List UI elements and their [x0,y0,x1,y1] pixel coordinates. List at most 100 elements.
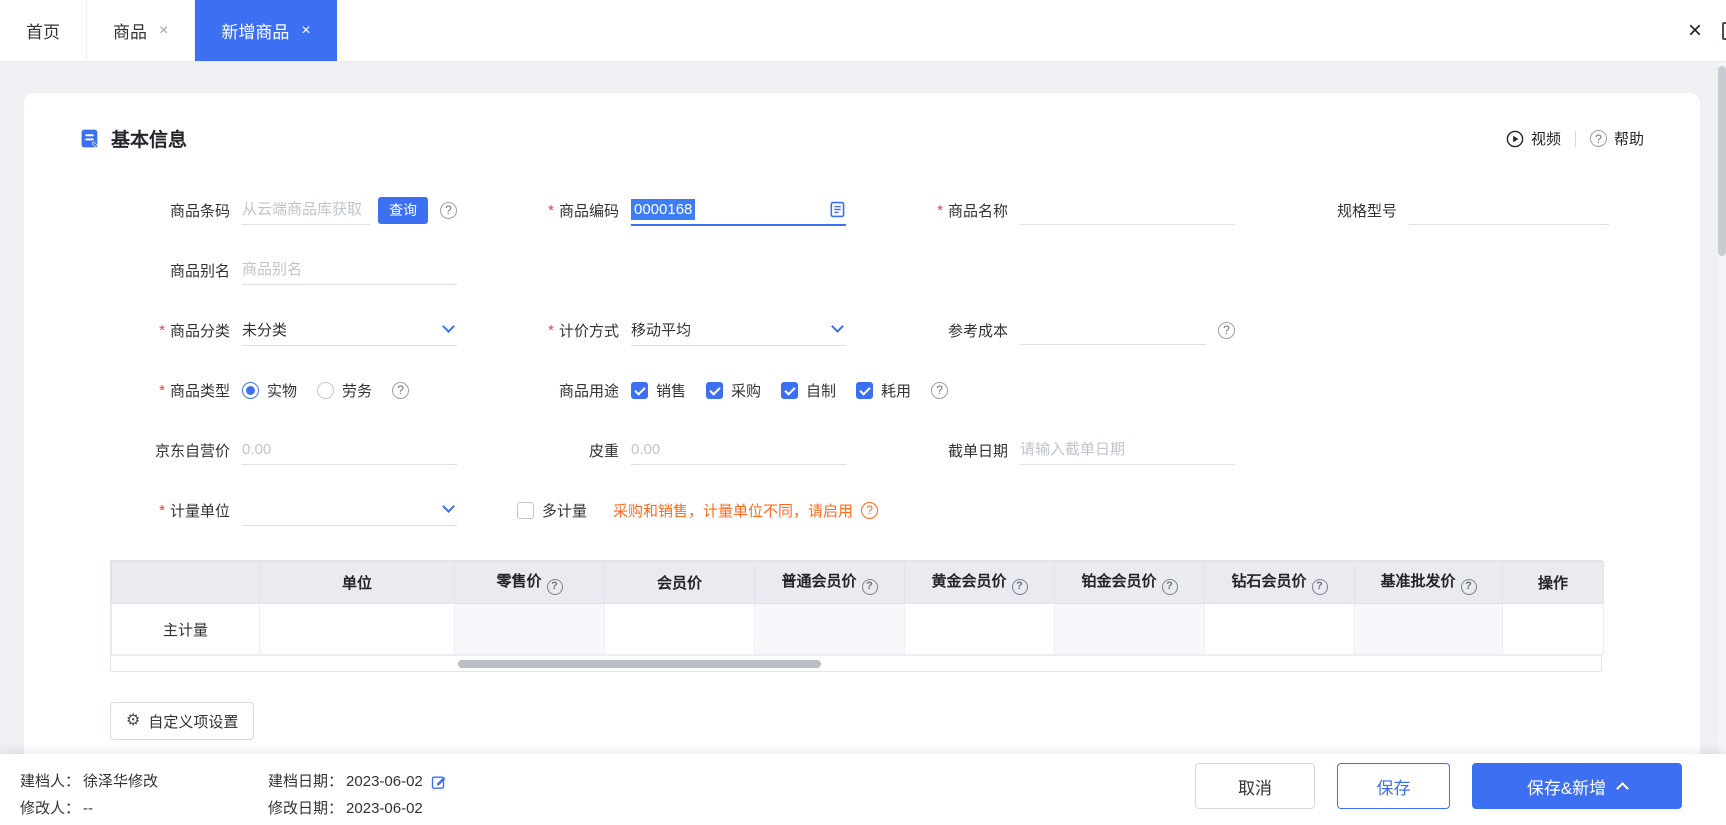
product-form: 商品条码 查询 ? * 商品编码 0000168 [24,180,1700,540]
edit-icon[interactable] [431,774,447,790]
category-select[interactable]: 未分类 [242,314,457,346]
multi-unit-checkbox[interactable] [517,501,534,519]
barcode-field: 查询 ? [242,195,457,225]
cell-platinum-member-price[interactable] [1054,603,1205,655]
required-asterisk: * [937,201,943,219]
table-header-unit: 单位 [259,561,455,604]
required-asterisk: * [159,381,165,399]
field-label-ref-cost: 参考成本 [947,322,1008,340]
help-icon[interactable]: ? [392,381,410,399]
field-label-code: * 商品编码 [548,201,619,220]
creator-value: 徐泽华修改 [83,773,159,790]
modified-date-value: 2023-06-02 [346,800,423,817]
tare-input[interactable] [631,435,846,465]
ref-cost-field: ? [1020,315,1235,345]
form-row: 京东自营价 皮重 截单日期 [24,420,1700,480]
cell-gold-member-price[interactable] [904,603,1055,655]
cutoff-date-input[interactable] [1020,435,1235,465]
gear-icon: ⚙ [126,712,141,729]
save-button[interactable]: 保存 [1337,763,1450,809]
tab-label: 新增商品 [221,23,290,42]
table-header-member-price: 会员价 [604,561,755,604]
help-icon: ? [1589,130,1607,147]
cell-base-wholesale-price[interactable] [1354,603,1503,655]
restore-icon[interactable] [1722,21,1726,40]
tab-product[interactable]: 商品 × [87,0,196,61]
tab-new-product[interactable]: 新增商品 × [195,0,337,61]
save-and-new-button[interactable]: 保存&新增 [1472,763,1682,809]
pricing-method-select[interactable]: 移动平均 [631,314,846,346]
help-icon[interactable]: ? [546,578,563,595]
radio-physical[interactable] [242,381,259,399]
cell-diamond-member-price[interactable] [1204,603,1355,655]
tab-bar: 首页 商品 × 新增商品 × × [0,0,1726,62]
video-link[interactable]: 视频 [1506,128,1561,149]
alias-input[interactable] [242,255,457,285]
record-meta: 建档人： 徐泽华修改 修改人： -- 建档日期： 2023-06-02 修改日期… [20,763,447,822]
tab-home[interactable]: 首页 [0,0,87,61]
horizontal-scrollbar-track[interactable] [111,655,1601,671]
cell-unit[interactable] [259,603,455,655]
help-icon[interactable]: ? [1011,578,1028,595]
ref-cost-input[interactable] [1020,315,1206,345]
table-header-gold-member-price: 黄金会员价? [904,561,1055,604]
tab-label: 商品 [113,23,147,42]
table-header-diamond-member-price: 钻石会员价? [1204,561,1355,604]
spec-input[interactable] [1409,195,1609,225]
cell-normal-member-price[interactable] [754,603,905,655]
help-link[interactable]: ? 帮助 [1589,128,1644,149]
footer-actions: 取消 保存 保存&新增 [1195,763,1682,809]
play-icon [1506,130,1524,147]
help-icon[interactable]: ? [1161,578,1178,595]
help-icon[interactable]: ? [1311,578,1328,595]
cell-member-price[interactable] [604,603,755,655]
field-label-jd-price: 京东自营价 [154,442,230,460]
close-icon[interactable]: × [301,22,310,39]
help-icon[interactable]: ? [861,578,878,595]
form-row: * 商品分类 未分类 * 计价方式 移动平均 参考成本 ? [24,300,1700,360]
unit-select[interactable] [242,494,457,526]
form-row: * 商品类型 实物 劳务 ? 商品用途 销售 采购 自制 耗用 ? [24,360,1700,420]
product-code-value: 0000168 [631,198,696,220]
checkbox-consume[interactable] [856,381,874,399]
product-name-field [1020,195,1235,225]
form-row: 商品别名 [24,240,1700,300]
checkbox-sale[interactable] [631,381,648,399]
table-header-retail-price: 零售价? [454,561,605,604]
creator-label: 建档人： [20,773,81,790]
table-header-base-wholesale-price: 基准批发价? [1354,561,1503,604]
multi-unit-warning: 采购和销售，计量单位不同，请启用 [613,502,854,520]
cancel-button[interactable]: 取消 [1195,763,1315,809]
cell-retail-price[interactable] [454,603,605,655]
close-icon[interactable]: × [1688,18,1702,43]
code-picker-icon[interactable] [829,201,846,218]
footer-bar: 建档人： 徐泽华修改 修改人： -- 建档日期： 2023-06-02 修改日期… [0,754,1726,825]
field-label-name: * 商品名称 [937,201,1008,220]
cell-actions[interactable] [1502,603,1604,655]
query-button[interactable]: 查询 [378,196,428,224]
barcode-input[interactable] [242,195,370,225]
checkbox-purchase[interactable] [706,381,724,399]
basic-info-card: 基本信息 视频 ? 帮助 商品条码 从云端商品库获取 查询 ? * 商品编码 0… [24,93,1700,825]
help-icon[interactable]: ? [1460,578,1477,595]
created-date-value: 2023-06-02 [346,773,423,790]
required-asterisk: * [159,321,165,339]
horizontal-scrollbar-thumb[interactable] [458,660,821,668]
help-icon[interactable]: ? [1218,321,1235,339]
close-icon[interactable]: × [159,22,168,39]
product-name-input[interactable] [1020,195,1235,225]
help-icon[interactable]: ? [931,381,949,399]
checkbox-self-made[interactable] [781,381,799,399]
field-label-alias: 商品别名 [169,262,230,280]
jd-price-field [242,435,457,465]
product-code-field[interactable]: 0000168 [631,194,846,226]
help-icon[interactable]: ? [440,201,457,219]
radio-service[interactable] [317,381,335,399]
created-date-label: 建档日期： [268,773,344,790]
custom-fields-button[interactable]: ⚙ 自定义项设置 [110,702,255,740]
jd-price-input[interactable] [242,435,457,465]
vertical-scrollbar-thumb[interactable] [1718,66,1726,256]
help-icon[interactable]: ? [861,501,879,519]
modifier-label: 修改人： [20,800,81,817]
vertical-scrollbar[interactable] [1718,62,1726,754]
